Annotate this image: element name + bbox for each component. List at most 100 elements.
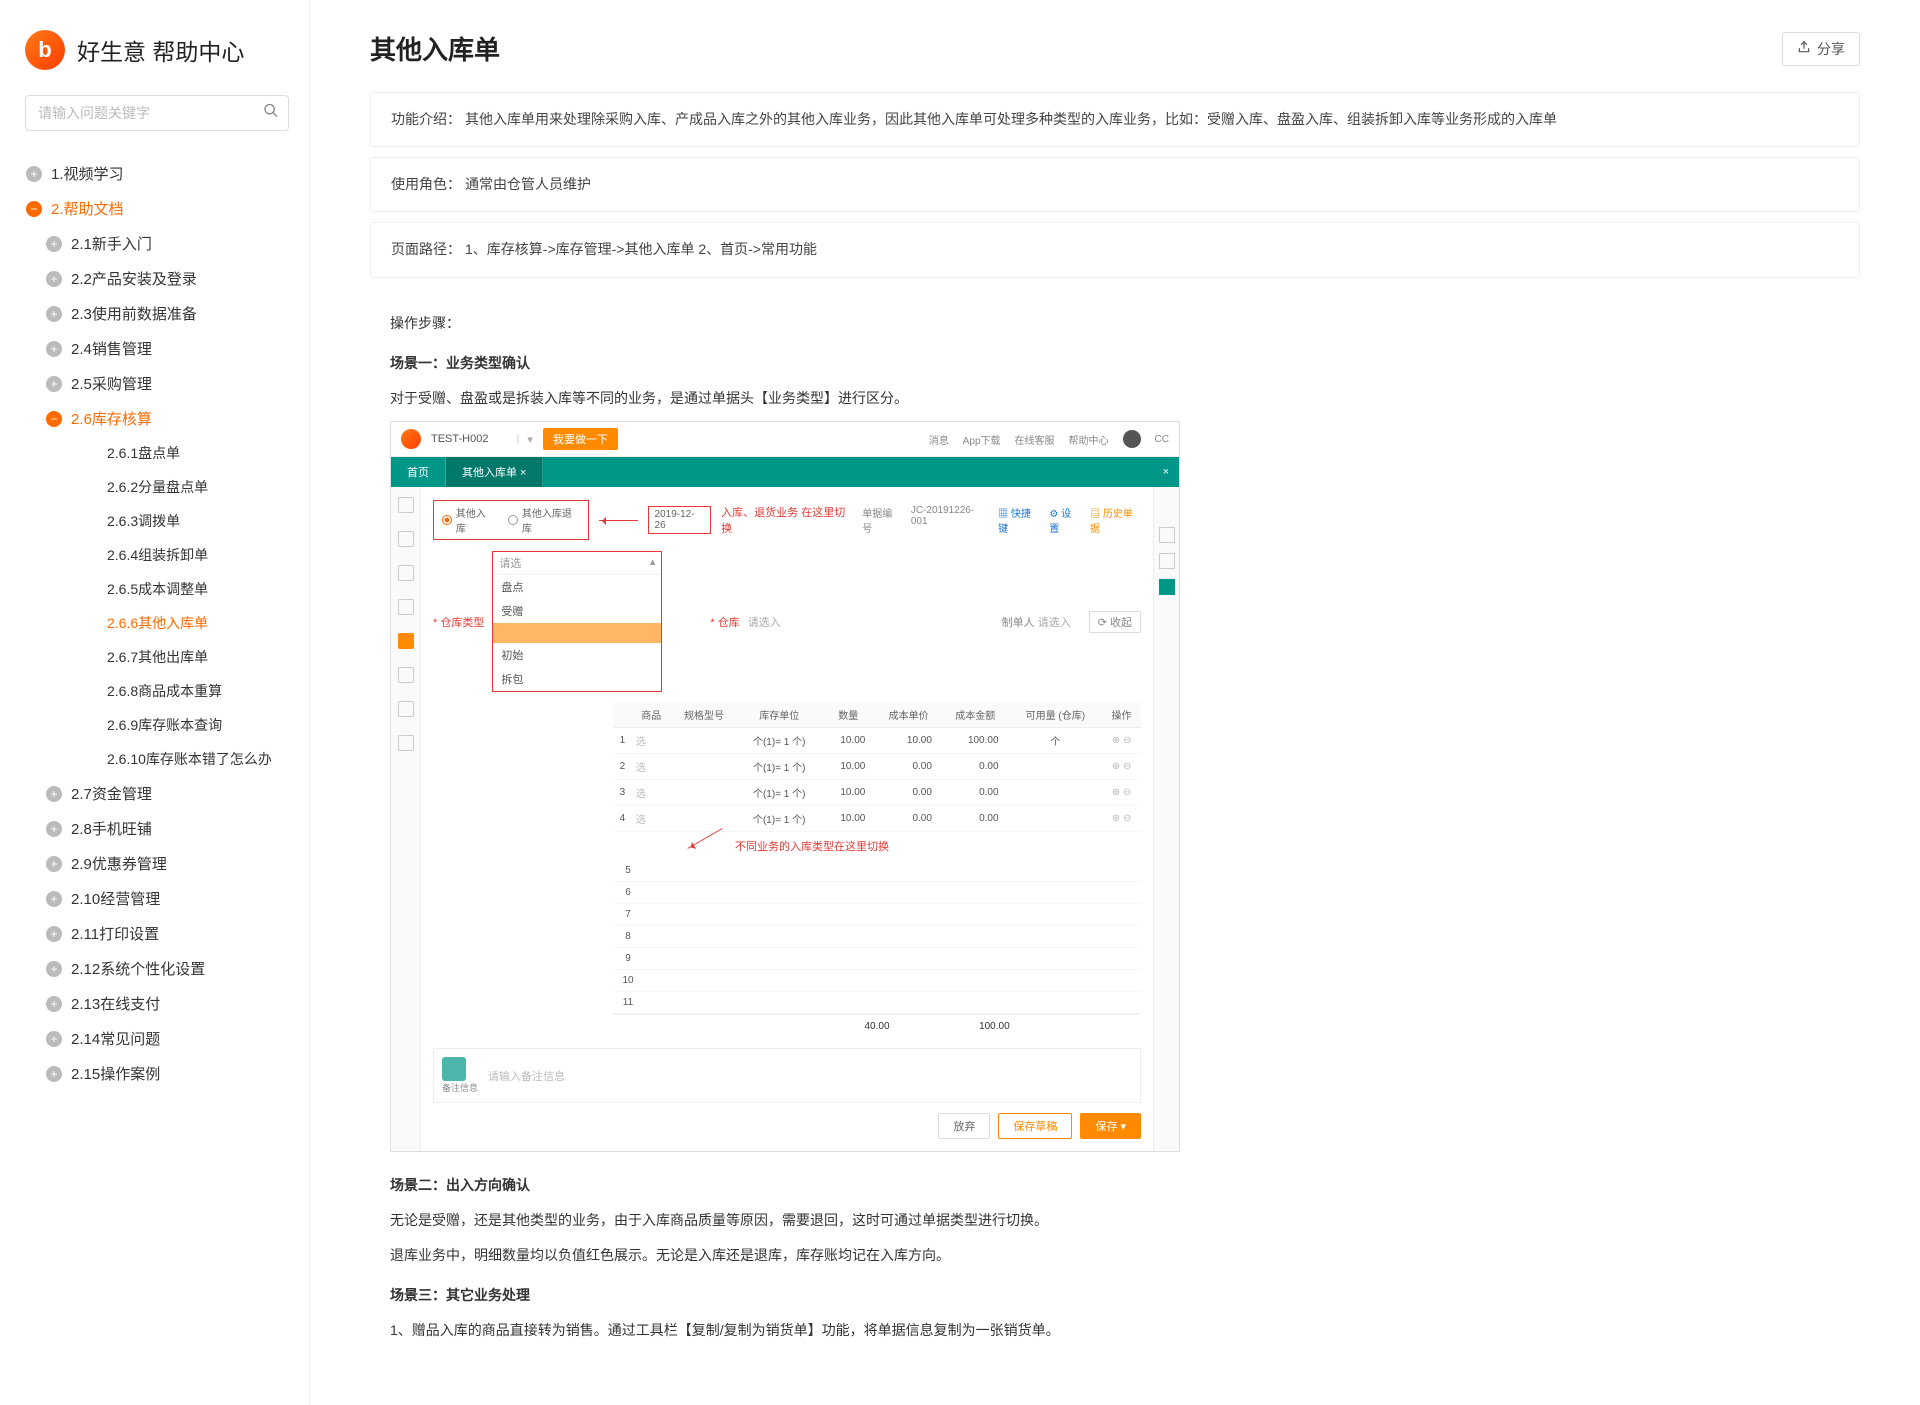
bullet-icon <box>81 750 99 768</box>
sidebar-item[interactable]: 2.6.9库存账本查询 <box>25 708 289 742</box>
bullet-icon <box>81 682 99 700</box>
bullet-icon <box>81 648 99 666</box>
sidebar-item-label: 2.2产品安装及登录 <box>71 268 197 289</box>
scene3-text: 1、赠品入库的商品直接转为销售。通过工具栏【复制/复制为销货单】功能，将单据信息… <box>390 1317 1840 1344</box>
article-body: 操作步骤： 场景一：业务类型确认 对于受赠、盘盈或是拆装入库等不同的业务，是通过… <box>370 288 1860 1366</box>
ss-date-field: 2019-12-26 <box>648 506 712 534</box>
sidebar-item[interactable]: 2.6.10库存账本错了怎么办 <box>25 742 289 776</box>
logo-text: 好生意 帮助中心 <box>77 33 244 67</box>
sidebar-item[interactable]: +2.15操作案例 <box>25 1056 289 1091</box>
ss-rail-icon <box>398 531 414 547</box>
embedded-screenshot: TEST-H002 | ▾ 我要做一下 消息 App下载 在线客服 帮助中心 C… <box>390 421 1180 1152</box>
ss-rail-icon <box>398 599 414 615</box>
sidebar-item-label: 1.视频学习 <box>51 163 124 184</box>
expand-icon: + <box>45 785 63 803</box>
ss-topbar: TEST-H002 | ▾ 我要做一下 消息 App下载 在线客服 帮助中心 C… <box>391 422 1179 457</box>
sidebar-item[interactable]: +2.2产品安装及登录 <box>25 261 289 296</box>
note-icon <box>442 1057 466 1081</box>
ss-left-rail <box>391 487 421 1151</box>
ss-annotation: 入库、退货业务 在这里切换 <box>721 504 852 536</box>
sidebar-item[interactable]: +2.7资金管理 <box>25 776 289 811</box>
sidebar-item[interactable]: +2.14常见问题 <box>25 1021 289 1056</box>
expand-icon: + <box>45 820 63 838</box>
logo: b 好生意 帮助中心 <box>25 30 289 70</box>
sidebar-item[interactable]: +2.3使用前数据准备 <box>25 296 289 331</box>
role-text: 通常由仓管人员维护 <box>465 176 591 192</box>
nav-tree: +1.视频学习−2.帮助文档+2.1新手入门+2.2产品安装及登录+2.3使用前… <box>25 156 289 1091</box>
share-button[interactable]: 分享 <box>1782 32 1860 66</box>
sidebar-item-label: 2.6.1盘点单 <box>107 443 180 463</box>
sidebar: b 好生意 帮助中心 +1.视频学习−2.帮助文档+2.1新手入门+2.2产品安… <box>0 0 310 1405</box>
bullet-icon <box>81 478 99 496</box>
sidebar-item[interactable]: −2.帮助文档 <box>25 191 289 226</box>
sidebar-item[interactable]: 2.6.7其他出库单 <box>25 640 289 674</box>
ss-cta-button: 我要做一下 <box>543 428 618 450</box>
share-icon <box>1797 40 1811 57</box>
sidebar-item-label: 2.6.7其他出库单 <box>107 647 208 667</box>
ss-table: 商品规格型号库存单位数量成本单价成本金额可用量 (仓库)操作 1选个(1)= 1… <box>613 702 1141 832</box>
sidebar-item[interactable]: +2.4销售管理 <box>25 331 289 366</box>
sidebar-item[interactable]: 2.6.5成本调整单 <box>25 572 289 606</box>
sidebar-item[interactable]: +2.9优惠券管理 <box>25 846 289 881</box>
sidebar-item[interactable]: +2.12系统个性化设置 <box>25 951 289 986</box>
page-title: 其他入库单 <box>370 30 500 67</box>
search-wrap <box>25 95 289 131</box>
intro-panel: 功能介绍：其他入库单用来处理除采购入库、产成品入库之外的其他入库业务，因此其他入… <box>370 92 1860 147</box>
scene1-text: 对于受赠、盘盈或是拆装入库等不同的业务，是通过单据头【业务类型】进行区分。 <box>390 385 1840 412</box>
ss-rail-icon <box>398 667 414 683</box>
ss-type-dropdown: 请选▴ 盘点受赠 初始拆包 <box>492 551 662 692</box>
ss-right-icon <box>1159 553 1175 569</box>
ss-tab-active: 其他入库单 × <box>446 457 543 487</box>
expand-icon: + <box>45 995 63 1013</box>
sidebar-item-label: 2.8手机旺铺 <box>71 818 152 839</box>
ss-rail-icon <box>398 565 414 581</box>
sidebar-item-label: 2.6库存核算 <box>71 408 152 429</box>
sidebar-item[interactable]: +2.5采购管理 <box>25 366 289 401</box>
sidebar-item-label: 2.9优惠券管理 <box>71 853 167 874</box>
arrow-icon <box>599 520 638 521</box>
expand-icon: + <box>45 890 63 908</box>
sidebar-item[interactable]: +2.8手机旺铺 <box>25 811 289 846</box>
sidebar-item[interactable]: 2.6.4组装拆卸单 <box>25 538 289 572</box>
path-label: 页面路径： <box>391 241 461 257</box>
ss-tabs: 首页 其他入库单 × × <box>391 457 1179 487</box>
expand-icon: + <box>45 340 63 358</box>
sidebar-item[interactable]: +2.13在线支付 <box>25 986 289 1021</box>
sidebar-item[interactable]: +2.10经营管理 <box>25 881 289 916</box>
expand-icon: + <box>25 165 43 183</box>
sidebar-item-label: 2.6.10库存账本错了怎么办 <box>107 749 272 769</box>
collapse-icon: − <box>45 410 63 428</box>
sidebar-item[interactable]: 2.6.2分量盘点单 <box>25 470 289 504</box>
sidebar-item[interactable]: +2.11打印设置 <box>25 916 289 951</box>
ss-tab-home: 首页 <box>391 457 446 487</box>
sidebar-item[interactable]: 2.6.1盘点单 <box>25 436 289 470</box>
role-label: 使用角色： <box>391 176 461 192</box>
scene2-heading: 场景二：出入方向确认 <box>390 1172 1840 1199</box>
ss-top-link: 消息 <box>929 432 949 447</box>
ss-top-link: App下载 <box>963 432 1001 447</box>
search-input[interactable] <box>25 95 289 131</box>
expand-icon: + <box>45 960 63 978</box>
ss-logo-icon <box>401 429 421 449</box>
sidebar-item-label: 2.7资金管理 <box>71 783 152 804</box>
sidebar-item-label: 2.11打印设置 <box>71 923 159 944</box>
sidebar-item[interactable]: −2.6库存核算 <box>25 401 289 436</box>
ss-radio-group: 其他入库 其他入库退库 <box>433 500 589 540</box>
sidebar-item-label: 2.6.3调拨单 <box>107 511 180 531</box>
sidebar-item[interactable]: 2.6.8商品成本重算 <box>25 674 289 708</box>
scene2-text2: 退库业务中，明细数量均以负值红色展示。无论是入库还是退库，库存账均记在入库方向。 <box>390 1242 1840 1269</box>
sidebar-item-label: 2.6.4组装拆卸单 <box>107 545 208 565</box>
expand-icon: + <box>45 855 63 873</box>
sidebar-item[interactable]: 2.6.6其他入库单 <box>25 606 289 640</box>
sidebar-item[interactable]: 2.6.3调拨单 <box>25 504 289 538</box>
sidebar-item[interactable]: +2.1新手入门 <box>25 226 289 261</box>
main-content: 其他入库单 分享 功能介绍：其他入库单用来处理除采购入库、产成品入库之外的其他入… <box>310 0 1920 1405</box>
expand-icon: + <box>45 925 63 943</box>
ss-rail-icon <box>398 701 414 717</box>
sidebar-item-label: 2.6.5成本调整单 <box>107 579 208 599</box>
ss-right-icon <box>1159 527 1175 543</box>
bullet-icon <box>81 546 99 564</box>
sidebar-item-label: 2.14常见问题 <box>71 1028 160 1049</box>
expand-icon: + <box>45 270 63 288</box>
sidebar-item[interactable]: +1.视频学习 <box>25 156 289 191</box>
